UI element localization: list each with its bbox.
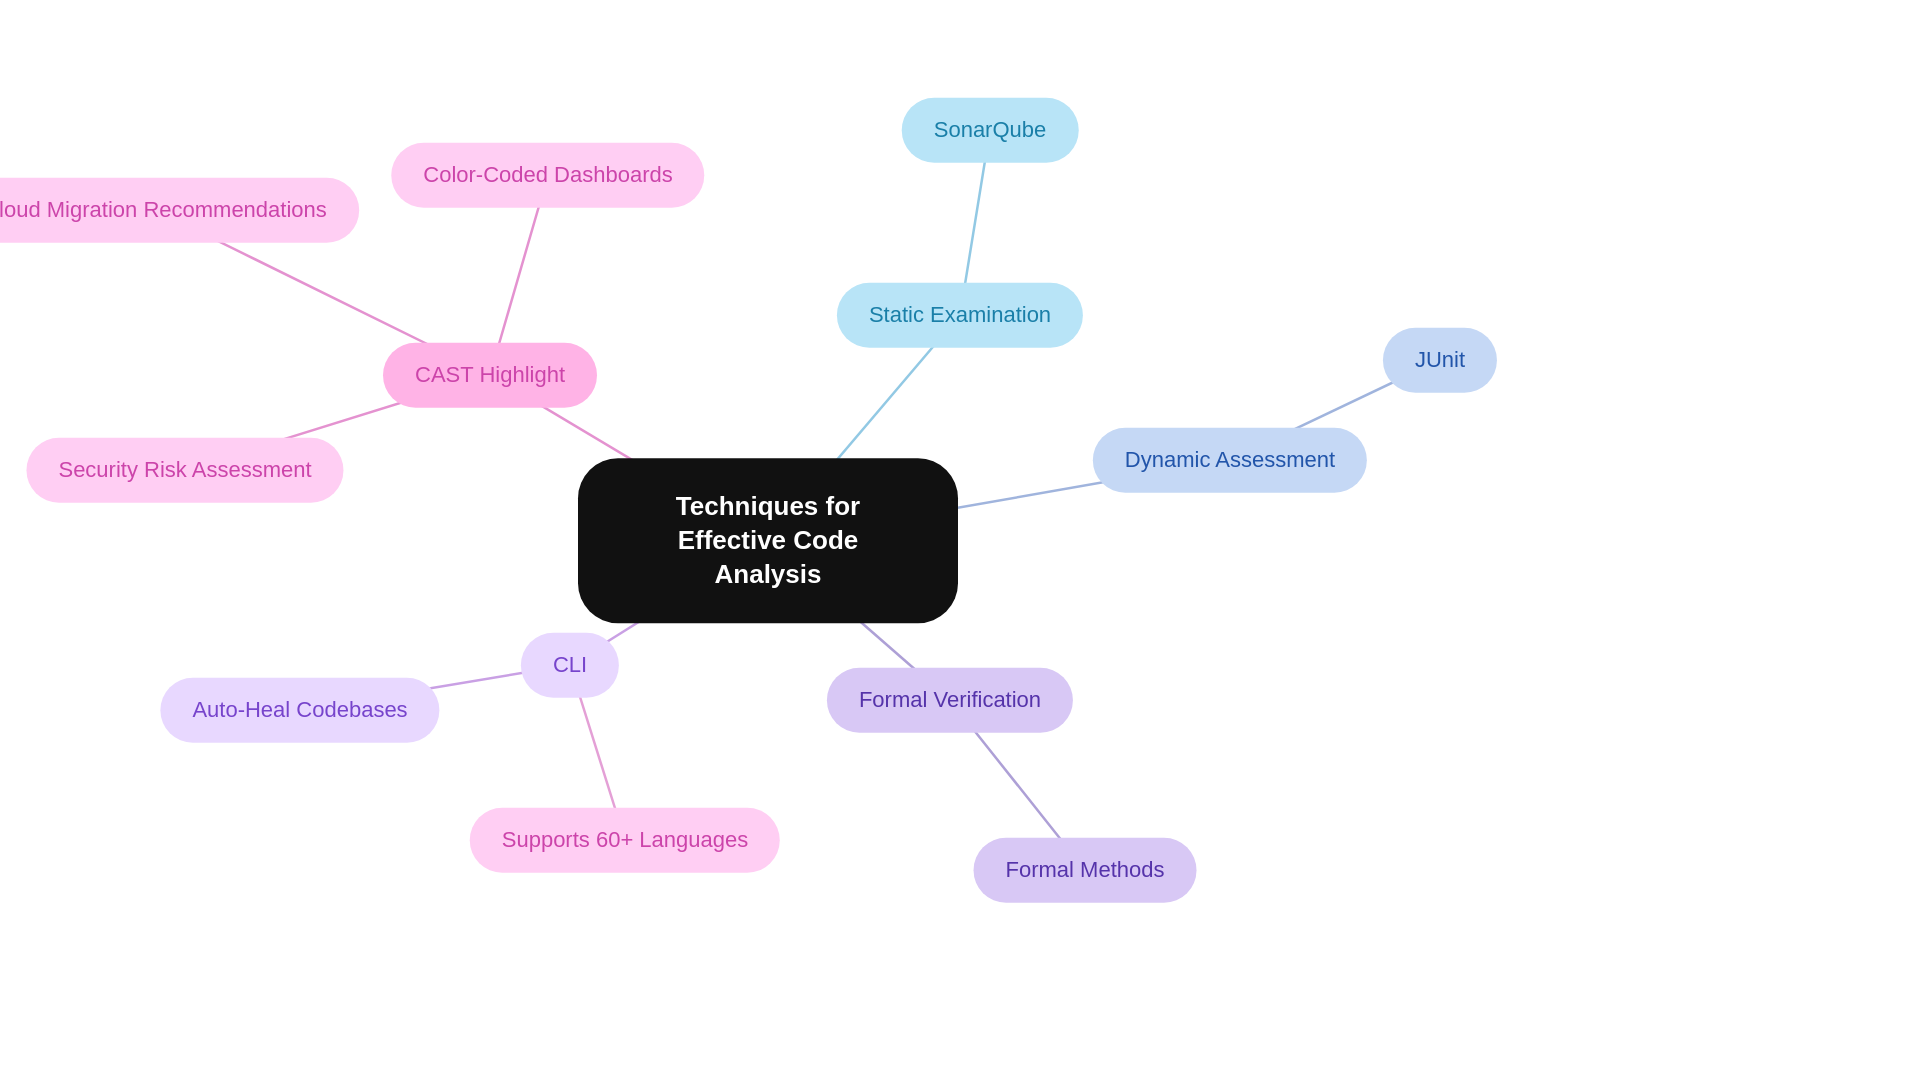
- node-cli: CLI: [521, 633, 619, 698]
- node-security_risk: Security Risk Assessment: [26, 438, 343, 503]
- node-dynamic_assess: Dynamic Assessment: [1093, 428, 1367, 493]
- mindmap-container: Techniques for Effective Code Analysis CA…: [0, 0, 1920, 1083]
- node-cast_highlight: CAST Highlight: [383, 343, 597, 408]
- node-color_coded: Color-Coded Dashboards: [391, 143, 704, 208]
- node-sonarqube: SonarQube: [902, 98, 1079, 163]
- node-cloud_migration: Cloud Migration Recommendations: [0, 178, 359, 243]
- connections-svg: [0, 0, 1920, 1083]
- node-auto_heal: Auto-Heal Codebases: [160, 678, 439, 743]
- node-supports_60: Supports 60+ Languages: [470, 808, 780, 873]
- node-junit: JUnit: [1383, 328, 1497, 393]
- node-formal_verif: Formal Verification: [827, 668, 1073, 733]
- node-center: Techniques for Effective Code Analysis: [578, 458, 958, 623]
- node-formal_methods: Formal Methods: [974, 838, 1197, 903]
- node-static_exam: Static Examination: [837, 283, 1083, 348]
